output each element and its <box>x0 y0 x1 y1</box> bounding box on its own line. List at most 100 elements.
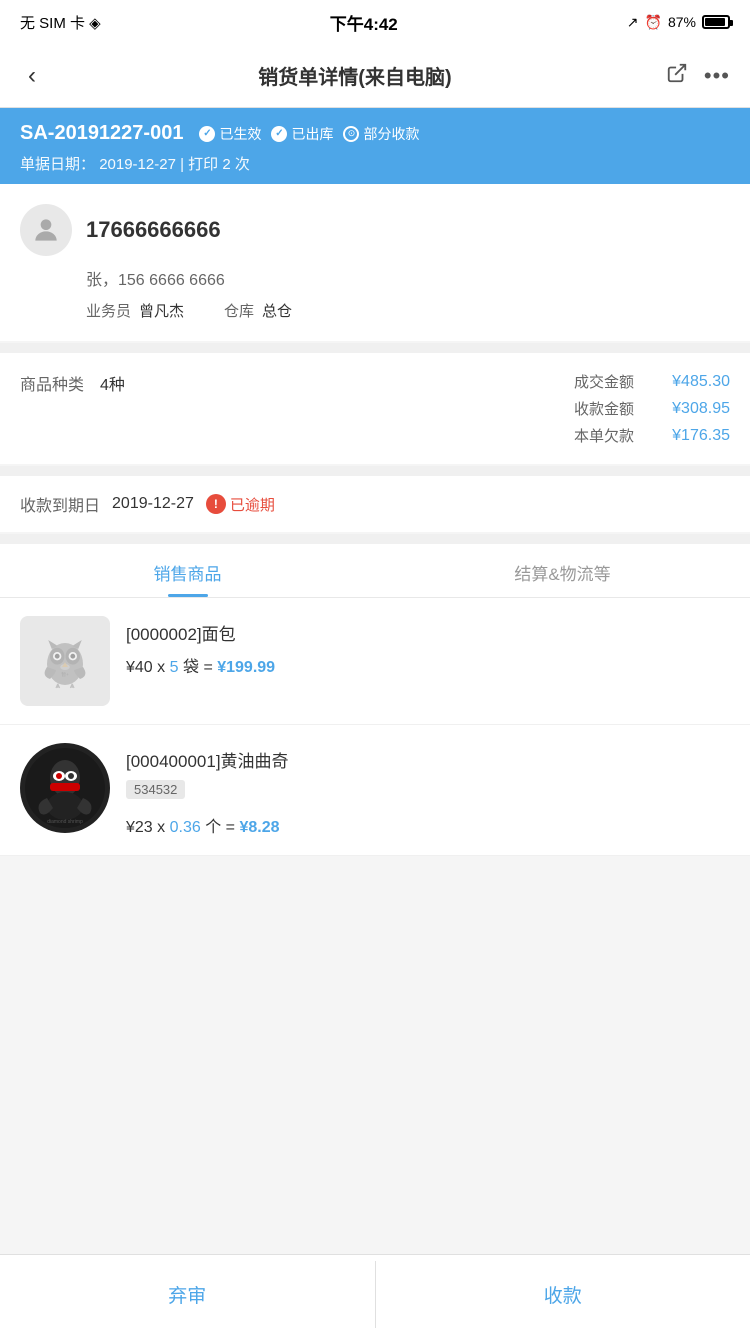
overdue-icon: ! <box>206 494 226 514</box>
banner-date-row: 单据日期： 2019-12-27 | 打印 2 次 <box>20 153 730 174</box>
share-icon[interactable] <box>666 62 688 90</box>
status-bar: 无 SIM 卡 ◈ 下午4:42 ↗ ⏰ 87% <box>0 0 750 44</box>
due-date-section: 收款到期日 2019-12-27 ! 已逾期 <box>0 476 750 532</box>
overdue-badge: ! 已逾期 <box>206 494 275 515</box>
date-label: 单据日期： <box>20 156 95 173</box>
tab-sales-label: 销售商品 <box>154 565 222 584</box>
status-time: 下午4:42 <box>330 10 398 35</box>
divider-1 <box>0 343 750 353</box>
more-icon[interactable]: ••• <box>704 63 730 89</box>
print-count: | 打印 2 次 <box>180 156 250 173</box>
divider-2 <box>0 466 750 476</box>
deal-value: ¥485.30 <box>650 373 730 391</box>
back-button[interactable]: ‹ <box>20 54 44 98</box>
svg-text:diamond shrimp: diamond shrimp <box>47 819 83 825</box>
nav-actions: ••• <box>666 62 730 90</box>
status-badges: ✓ 已生效 ✓ 已出库 ⊙ 部分收款 <box>199 124 419 144</box>
tabs-bar: 销售商品 结算&物流等 <box>0 544 750 598</box>
product-type-stats: 商品种类 4种 <box>20 371 125 395</box>
sales-label: 业务员 <box>86 300 131 321</box>
customer-name-phone: 张，156 6666 6666 <box>20 266 730 290</box>
check-icon-active: ✓ <box>199 126 215 142</box>
product-name-2: [000400001]黄油曲奇 <box>126 747 730 772</box>
nav-bar: ‹ 销货单详情(来自电脑) ••• <box>0 44 750 108</box>
due-date-value: 2019-12-27 <box>112 495 194 513</box>
overdue-text: 已逾期 <box>230 494 275 515</box>
sales-person: 业务员 曾凡杰 <box>86 300 184 321</box>
order-date: 2019-12-27 <box>99 156 176 173</box>
unit-2: 个 <box>205 819 221 836</box>
unit-1: 袋 <box>183 659 199 676</box>
product-tag-2: 534532 <box>126 780 185 799</box>
price-unit-2: ¥23 <box>126 819 153 836</box>
qty-1: 5 <box>170 659 179 676</box>
product-code-1: [0000002] <box>126 625 202 644</box>
receipt-amount-row: 收款金额 ¥308.95 <box>574 398 730 419</box>
warehouse-label: 仓库 <box>224 300 254 321</box>
multiply-sign-2: x <box>157 819 169 836</box>
badge-active-label: 已生效 <box>219 124 261 144</box>
customer-meta: 业务员 曾凡杰 仓库 总仓 <box>20 300 730 321</box>
receipt-label: 收款金额 <box>574 398 634 419</box>
collect-button[interactable]: 收款 <box>376 1261 750 1328</box>
equals-sign-1: = <box>203 659 217 676</box>
deal-amount-row: 成交金额 ¥485.30 <box>574 371 730 392</box>
type-count: 4种 <box>100 371 125 395</box>
qty-2: 0.36 <box>170 819 201 836</box>
stats-section: 商品种类 4种 成交金额 ¥485.30 收款金额 ¥308.95 本单欠款 ¥… <box>0 353 750 464</box>
multiply-sign-1: x <box>157 659 169 676</box>
bottom-bar: 弃审 收款 <box>0 1254 750 1334</box>
warehouse-value: 总仓 <box>262 300 292 321</box>
type-label: 商品种类 <box>20 371 84 395</box>
amount-stats: 成交金额 ¥485.30 收款金额 ¥308.95 本单欠款 ¥176.35 <box>574 371 730 446</box>
due-label: 收款到期日 <box>20 492 100 516</box>
equals-sign-2: = <box>226 819 240 836</box>
tab-sales-products[interactable]: 销售商品 <box>0 544 375 597</box>
warehouse: 仓库 总仓 <box>224 300 292 321</box>
product-code-2: [000400001] <box>126 752 221 771</box>
badge-active: ✓ 已生效 <box>199 124 261 144</box>
battery-level: 87% <box>668 14 696 30</box>
debt-amount-row: 本单欠款 ¥176.35 <box>574 425 730 446</box>
badge-delivered-label: 已出库 <box>291 124 333 144</box>
price-unit-1: ¥40 <box>126 659 153 676</box>
product-info-1: [0000002]面包 ¥40 x 5 袋 = ¥199.99 <box>126 616 730 677</box>
list-item: diamond shrimp [000400001]黄油曲奇 534532 ¥2… <box>0 725 750 856</box>
product-title-1: 面包 <box>202 625 236 644</box>
product-list: 暂+ [0000002]面包 ¥40 x 5 袋 = ¥199.99 <box>0 598 750 856</box>
bottom-spacer <box>0 856 750 946</box>
deal-label: 成交金额 <box>574 371 634 392</box>
order-id: SA-20191227-001 <box>20 122 183 145</box>
customer-section: 17666666666 张，156 6666 6666 业务员 曾凡杰 仓库 总… <box>0 184 750 341</box>
receipt-value: ¥308.95 <box>650 400 730 418</box>
sales-value: 曾凡杰 <box>139 300 184 321</box>
badge-delivered: ✓ 已出库 <box>271 124 333 144</box>
tab-active-indicator <box>168 594 208 597</box>
badge-partial: ⊙ 部分收款 <box>343 124 419 144</box>
product-title-2: 黄油曲奇 <box>221 752 289 771</box>
status-left: 无 SIM 卡 ◈ <box>20 12 101 33</box>
divider-3 <box>0 534 750 544</box>
product-price-2: ¥23 x 0.36 个 = ¥8.28 <box>126 813 730 837</box>
product-name-1: [0000002]面包 <box>126 620 730 645</box>
status-right: ↗ ⏰ 87% <box>627 14 730 31</box>
check-icon-delivered: ✓ <box>271 126 287 142</box>
alarm-icon: ⏰ <box>645 14 662 31</box>
total-1: ¥199.99 <box>217 659 275 676</box>
tab-settlement[interactable]: 结算&物流等 <box>375 544 750 597</box>
clock-icon: ⊙ <box>343 126 359 142</box>
product-price-1: ¥40 x 5 袋 = ¥199.99 <box>126 653 730 677</box>
customer-phone-id: 17666666666 <box>86 217 221 243</box>
reject-button[interactable]: 弃审 <box>0 1261 376 1328</box>
product-info-2: [000400001]黄油曲奇 534532 ¥23 x 0.36 个 = ¥8… <box>126 743 730 837</box>
debt-label: 本单欠款 <box>574 425 634 446</box>
total-2: ¥8.28 <box>239 819 279 836</box>
list-item: 暂+ [0000002]面包 ¥40 x 5 袋 = ¥199.99 <box>0 598 750 725</box>
header-banner: SA-20191227-001 ✓ 已生效 ✓ 已出库 ⊙ 部分收款 单据日期：… <box>0 108 750 184</box>
location-icon: ↗ <box>627 14 639 31</box>
debt-value: ¥176.35 <box>650 427 730 445</box>
page-title: 销货单详情(来自电脑) <box>258 61 451 90</box>
battery-icon <box>702 15 730 29</box>
product-thumbnail-1: 暂+ <box>20 616 110 706</box>
customer-id-row: 17666666666 <box>20 204 730 256</box>
